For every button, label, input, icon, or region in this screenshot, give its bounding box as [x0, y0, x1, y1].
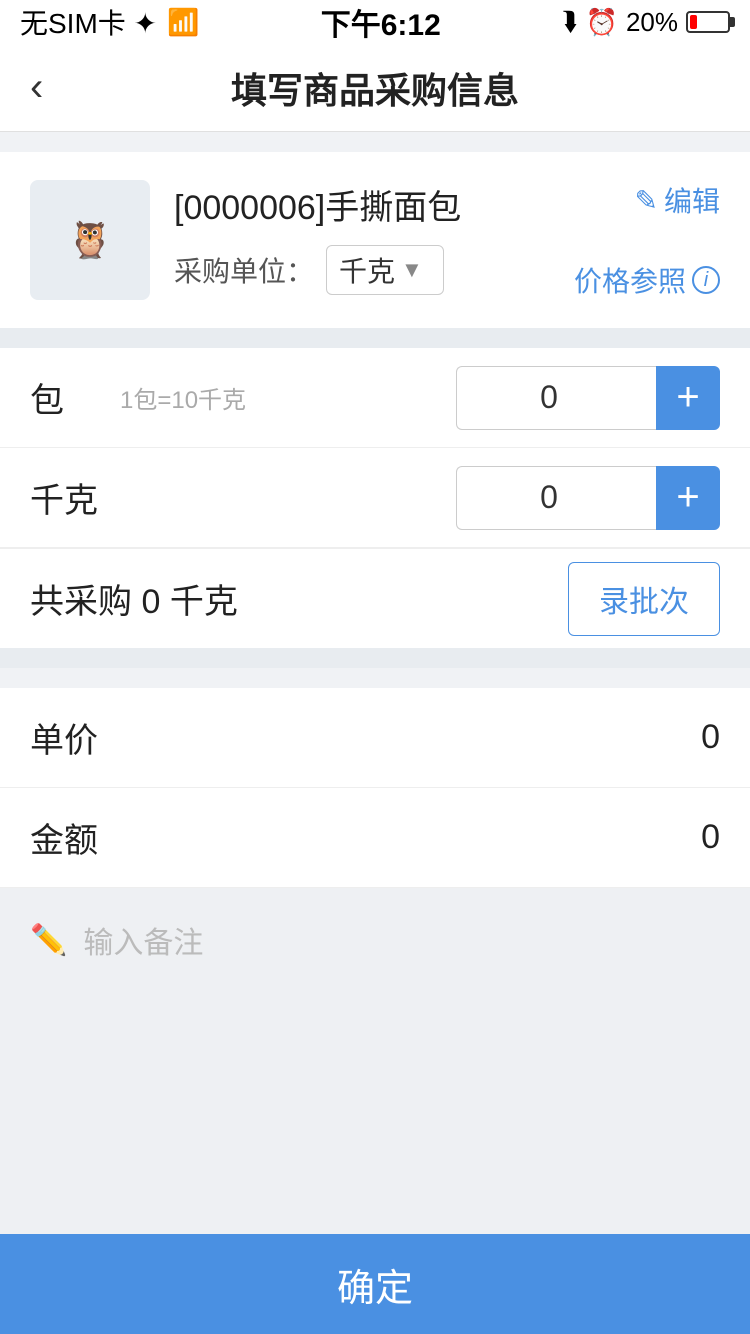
kg-input-row: 千克 + — [0, 448, 750, 548]
product-thumb-icon: 🦉 — [68, 219, 113, 261]
info-icon: i — [692, 266, 720, 294]
battery-icon — [686, 11, 730, 33]
battery-pct: 20% — [626, 7, 678, 38]
location-icon: ⮯ — [562, 6, 577, 38]
status-bar-left: 无SIM卡 ✦ 📶 — [20, 2, 199, 42]
price-ref-label: 价格参照 — [574, 260, 686, 300]
page-title: 填写商品采购信息 — [231, 62, 519, 114]
note-section[interactable]: ✏️ 输入备注 — [0, 888, 750, 992]
alarm-icon: ⏰ — [586, 7, 618, 38]
unit-price-label: 单价 — [30, 713, 701, 762]
no-sim-text: 无SIM卡 ✦ — [20, 2, 157, 42]
note-pencil-icon: ✏️ — [30, 923, 67, 958]
unit-dropdown-arrow: ▼ — [401, 257, 423, 283]
section-divider-1 — [0, 328, 750, 348]
amount-row: 金额 0 — [0, 788, 750, 888]
back-button[interactable]: ‹ — [30, 65, 43, 110]
summary-text: 共采购 0 千克 — [30, 574, 568, 623]
price-ref-button[interactable]: 价格参照 i — [574, 260, 720, 300]
kg-input[interactable] — [456, 466, 656, 530]
kg-input-wrap: + — [456, 466, 720, 530]
status-bar-right: ⮯ ⏰ 20% — [562, 6, 730, 38]
unit-value: 千克 — [339, 250, 395, 290]
summary-row: 共采购 0 千克 录批次 — [0, 548, 750, 648]
product-thumbnail: 🦉 — [30, 180, 150, 300]
bao-sub-label: 1包=10千克 — [120, 380, 456, 415]
bao-label: 包 — [30, 373, 110, 422]
edit-button[interactable]: ✎ 编辑 — [635, 180, 720, 220]
section-divider-2 — [0, 648, 750, 668]
edit-icon: ✎ — [635, 184, 658, 217]
unit-select[interactable]: 千克 ▼ — [326, 245, 444, 295]
kg-plus-button[interactable]: + — [656, 466, 720, 530]
edit-label: 编辑 — [664, 180, 720, 220]
note-placeholder: 输入备注 — [83, 918, 203, 962]
status-bar: 无SIM卡 ✦ 📶 下午6:12 ⮯ ⏰ 20% — [0, 0, 750, 44]
nav-bar: ‹ 填写商品采购信息 — [0, 44, 750, 132]
kg-label: 千克 — [30, 473, 110, 522]
product-card: 🦉 [0000006]手撕面包 采购单位： 千克 ▼ ✎ 编辑 价格参照 i — [0, 152, 750, 328]
amount-label: 金额 — [30, 813, 701, 862]
unit-price-row: 单价 0 — [0, 688, 750, 788]
batch-button[interactable]: 录批次 — [568, 562, 720, 636]
price-section: 单价 0 金额 0 — [0, 688, 750, 888]
unit-label: 采购单位： — [174, 250, 314, 290]
bao-plus-button[interactable]: + — [656, 366, 720, 430]
bao-input-row: 包 1包=10千克 + — [0, 348, 750, 448]
confirm-button[interactable]: 确定 — [0, 1234, 750, 1334]
bao-input-wrap: + — [456, 366, 720, 430]
amount-value: 0 — [701, 818, 720, 857]
wifi-icon: 📶 — [167, 7, 199, 38]
status-bar-time: 下午6:12 — [321, 0, 441, 44]
input-section: 包 1包=10千克 + 千克 + 共采购 0 千克 录批次 — [0, 348, 750, 648]
bao-input[interactable] — [456, 366, 656, 430]
unit-price-value: 0 — [701, 718, 720, 757]
